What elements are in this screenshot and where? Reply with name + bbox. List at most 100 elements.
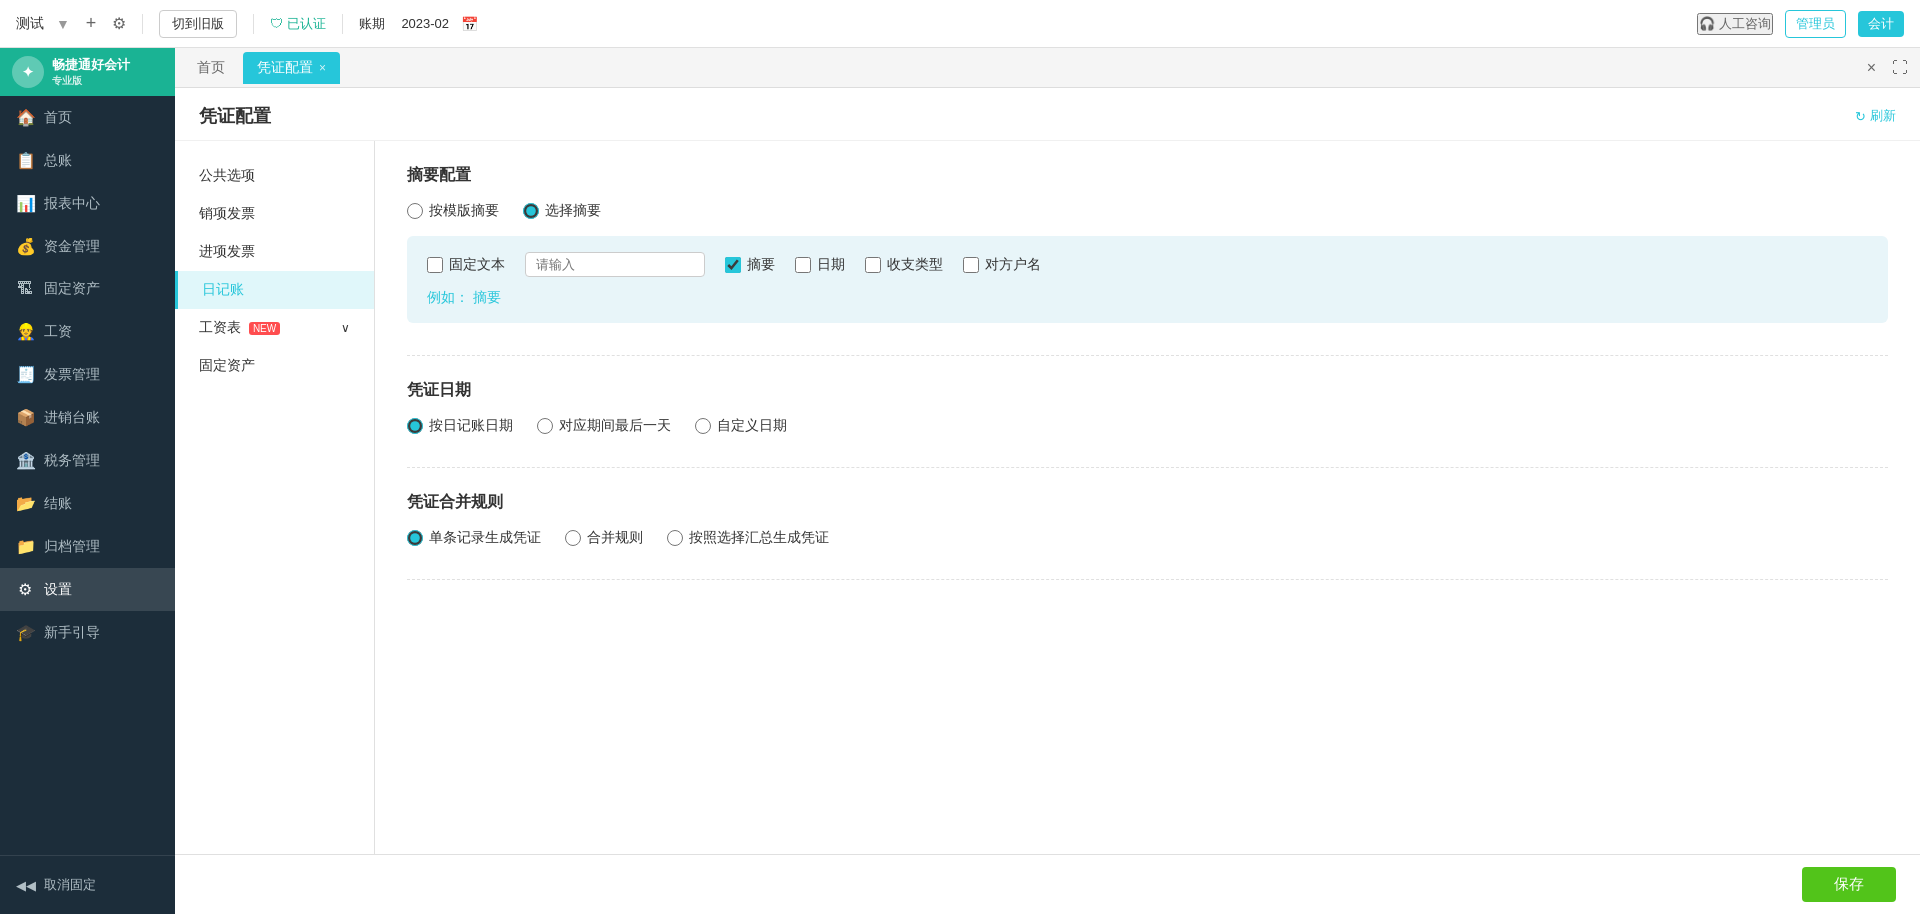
project-name: 测试	[16, 15, 44, 33]
sidebar-item-purchase-sales[interactable]: 📦 进销台账	[0, 396, 175, 439]
radio-single-input[interactable]	[407, 530, 423, 546]
sidebar-item-guide[interactable]: 🎓 新手引导	[0, 611, 175, 654]
radio-single-label[interactable]: 单条记录生成凭证	[407, 529, 541, 547]
radio-journal-date-input[interactable]	[407, 418, 423, 434]
radio-merge-label[interactable]: 合并规则	[565, 529, 643, 547]
period-label: 账期	[359, 15, 385, 33]
summary-config-section: 摘要配置 按模版摘要 选择摘要	[407, 165, 1888, 323]
checkbox-fixed-text-label[interactable]: 固定文本	[427, 256, 505, 274]
old-version-button[interactable]: 切到旧版	[159, 10, 237, 38]
nav-item-public[interactable]: 公共选项	[175, 157, 374, 195]
expand-tab-button[interactable]: ⛶	[1888, 55, 1912, 81]
pin-icon: ◀◀	[16, 878, 36, 893]
voucher-merge-radio-group: 单条记录生成凭证 合并规则 按照选择汇总生成凭证	[407, 529, 1888, 547]
refresh-button[interactable]: ↻ 刷新	[1855, 107, 1896, 125]
checkbox-income-type-input[interactable]	[865, 257, 881, 273]
settings-icon[interactable]: ⚙	[112, 14, 126, 33]
radio-period-last-label[interactable]: 对应期间最后一天	[537, 417, 671, 435]
checkbox-summary-input[interactable]	[725, 257, 741, 273]
radio-merge-input[interactable]	[565, 530, 581, 546]
summary-config-box: 固定文本 摘要 日期	[407, 236, 1888, 323]
example-row: 例如： 摘要	[427, 289, 1868, 307]
radio-template-label[interactable]: 按模版摘要	[407, 202, 499, 220]
accountant-button[interactable]: 会计	[1858, 11, 1904, 37]
radio-template-input[interactable]	[407, 203, 423, 219]
sidebar-item-label: 结账	[44, 495, 72, 513]
header-right: 🎧 人工咨询 管理员 会计	[1697, 10, 1904, 38]
voucher-date-radio-group: 按日记账日期 对应期间最后一天 自定义日期	[407, 417, 1888, 435]
archive-icon: 📁	[16, 537, 34, 556]
nav-item-sales-invoice[interactable]: 销项发票	[175, 195, 374, 233]
logo-icon: ✦	[12, 56, 44, 88]
page-title: 凭证配置	[199, 104, 271, 128]
sidebar-item-ledger[interactable]: 📋 总账	[0, 139, 175, 182]
nav-item-fixed-assets[interactable]: 固定资产	[175, 347, 374, 385]
sidebar-item-settings[interactable]: ⚙ 设置	[0, 568, 175, 611]
calendar-icon[interactable]: 📅	[461, 16, 478, 32]
ledger-icon: 📋	[16, 151, 34, 170]
sidebar-item-wages[interactable]: 👷 工资	[0, 310, 175, 353]
divider2	[253, 14, 254, 34]
checkbox-date-input[interactable]	[795, 257, 811, 273]
sidebar-item-label: 首页	[44, 109, 72, 127]
radio-custom-date-input[interactable]	[695, 418, 711, 434]
radio-select-label[interactable]: 选择摘要	[523, 202, 601, 220]
divider-3	[407, 579, 1888, 580]
radio-select-input[interactable]	[523, 203, 539, 219]
consult-button[interactable]: 🎧 人工咨询	[1697, 13, 1773, 35]
close-tab-button[interactable]: ×	[1863, 55, 1880, 81]
tab-home[interactable]: 首页	[183, 52, 239, 84]
sidebar-item-funds[interactable]: 💰 资金管理	[0, 225, 175, 268]
radio-custom-date-label[interactable]: 自定义日期	[695, 417, 787, 435]
voucher-date-section: 凭证日期 按日记账日期 对应期间最后一天	[407, 380, 1888, 435]
radio-journal-date-label[interactable]: 按日记账日期	[407, 417, 513, 435]
example-label: 例如： 摘要	[427, 289, 501, 305]
sidebar-item-fixed-assets[interactable]: 🏗 固定资产	[0, 268, 175, 310]
checkbox-counterparty-label[interactable]: 对方户名	[963, 256, 1041, 274]
cancel-pin-button[interactable]: ◀◀ 取消固定	[0, 866, 175, 904]
tab-actions: × ⛶	[1863, 55, 1912, 81]
nav-item-journal[interactable]: 日记账	[175, 271, 374, 309]
sidebar-bottom: ◀◀ 取消固定	[0, 855, 175, 914]
sidebar-item-close-accounts[interactable]: 📂 结账	[0, 482, 175, 525]
sidebar-item-home[interactable]: 🏠 首页	[0, 96, 175, 139]
guide-icon: 🎓	[16, 623, 34, 642]
checkbox-income-type-label[interactable]: 收支类型	[865, 256, 943, 274]
add-button[interactable]: +	[82, 13, 101, 34]
save-button[interactable]: 保存	[1802, 867, 1896, 902]
sidebar-item-label: 发票管理	[44, 366, 100, 384]
chevron-down-icon[interactable]: ▼	[56, 16, 70, 32]
page-header: 凭证配置 ↻ 刷新	[175, 88, 1920, 141]
sidebar-item-archive[interactable]: 📁 归档管理	[0, 525, 175, 568]
shield-icon: 🛡	[270, 16, 283, 31]
new-badge: NEW	[249, 322, 280, 335]
sidebar-item-reports[interactable]: 📊 报表中心	[0, 182, 175, 225]
nav-item-payroll[interactable]: 工资表 NEW ∨	[175, 309, 374, 347]
sidebar-item-tax[interactable]: 🏦 税务管理	[0, 439, 175, 482]
radio-period-last-input[interactable]	[537, 418, 553, 434]
admin-button[interactable]: 管理员	[1785, 10, 1846, 38]
certified-badge: 🛡 已认证	[270, 15, 326, 33]
checkbox-summary-label[interactable]: 摘要	[725, 256, 775, 274]
voucher-merge-section: 凭证合并规则 单条记录生成凭证 合并规则	[407, 492, 1888, 547]
summary-radio-group: 按模版摘要 选择摘要	[407, 202, 1888, 220]
save-bar: 保存	[175, 854, 1920, 914]
close-accounts-icon: 📂	[16, 494, 34, 513]
logo-text: 畅捷通好会计 专业版	[52, 56, 130, 88]
page-content: 凭证配置 ↻ 刷新 公共选项 销项发票 进项发票	[175, 88, 1920, 914]
top-header: 测试 ▼ + ⚙ 切到旧版 🛡 已认证 账期 2023-02 📅 🎧 人工咨询 …	[0, 0, 1920, 48]
tab-close-button[interactable]: ×	[319, 61, 326, 75]
purchase-sales-icon: 📦	[16, 408, 34, 427]
fixed-text-input[interactable]	[525, 252, 705, 277]
period-value: 2023-02	[401, 16, 449, 31]
checkbox-date-label[interactable]: 日期	[795, 256, 845, 274]
tab-bar: 首页 凭证配置 × × ⛶	[175, 48, 1920, 88]
tab-voucher-config[interactable]: 凭证配置 ×	[243, 52, 340, 84]
sidebar-item-invoices[interactable]: 🧾 发票管理	[0, 353, 175, 396]
radio-by-selection-label[interactable]: 按照选择汇总生成凭证	[667, 529, 829, 547]
sidebar-item-label: 资金管理	[44, 238, 100, 256]
radio-by-selection-input[interactable]	[667, 530, 683, 546]
checkbox-fixed-text-input[interactable]	[427, 257, 443, 273]
checkbox-counterparty-input[interactable]	[963, 257, 979, 273]
nav-item-purchase-invoice[interactable]: 进项发票	[175, 233, 374, 271]
